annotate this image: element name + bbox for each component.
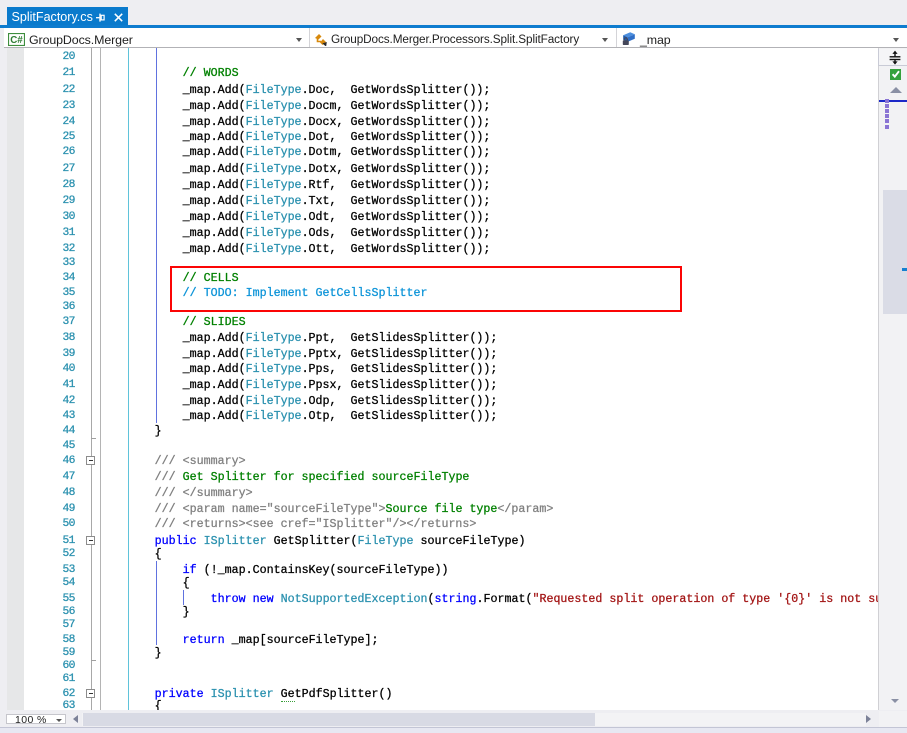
svg-text:C#: C# (10, 35, 23, 46)
